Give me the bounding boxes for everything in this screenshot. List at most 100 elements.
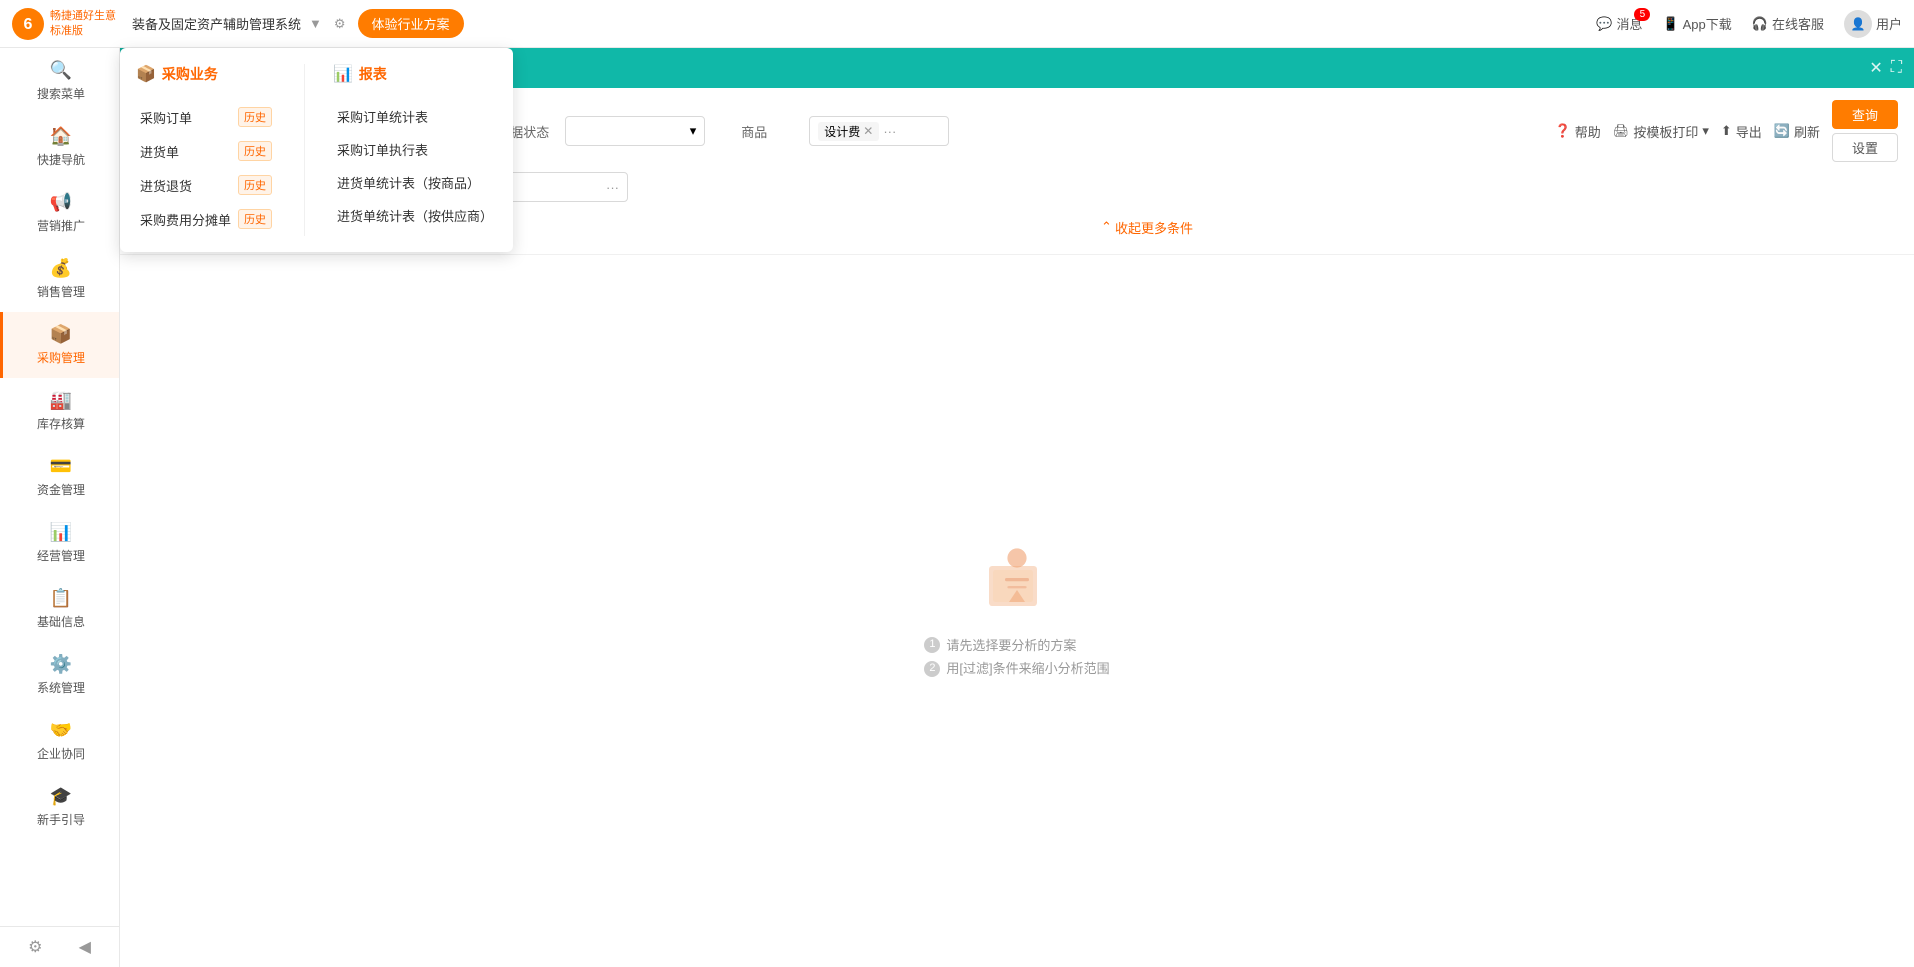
menu-item-return[interactable]: 进货退货 历史 — [136, 168, 276, 202]
goods-tag-close[interactable]: ✕ — [863, 124, 873, 138]
svg-text:6: 6 — [24, 16, 33, 33]
menu-item-purchase-order-stat[interactable]: 采购订单统计表 — [333, 100, 497, 133]
tip-num-2: 2 — [924, 661, 940, 677]
report-section-title: 📊 报表 — [333, 64, 497, 90]
message-icon: 💬 — [1596, 16, 1612, 32]
history-badge-1: 历史 — [238, 141, 272, 161]
tab-bar-right: ✕ ⛶ — [1869, 48, 1914, 88]
empty-tips: 1 请先选择要分析的方案 2 用[过滤]条件来缩小分析范围 — [924, 634, 1109, 681]
sidebar-item-sales[interactable]: 💰 销售管理 — [0, 246, 119, 312]
refresh-icon: 🔄 — [1774, 123, 1790, 139]
experience-button[interactable]: 体验行业方案 — [358, 9, 464, 38]
menu-item-incoming-stat-supplier[interactable]: 进货单统计表（按供应商） — [333, 199, 497, 232]
sidebar-bottom: ⚙ ◀ — [0, 926, 119, 967]
top-header: 6 畅捷通好生意 标准版 装备及固定资产辅助管理系统 ▼ ⚙ 体验行业方案 💬 … — [0, 0, 1914, 48]
sidebar-item-basic[interactable]: 📋 基础信息 — [0, 576, 119, 642]
collapse-btn[interactable]: ⌃ 收起更多条件 — [1101, 218, 1193, 237]
online-service-btn[interactable]: 🎧 在线客服 — [1752, 14, 1824, 33]
refresh-btn[interactable]: 🔄 刷新 — [1774, 122, 1820, 141]
operation-icon: 📊 — [50, 522, 72, 543]
sidebar-item-newbie[interactable]: 🎓 新手引导 — [0, 774, 119, 840]
print-dropdown-icon[interactable]: ▾ — [1702, 123, 1709, 139]
chevron-down-icon: ▾ — [690, 123, 697, 139]
menu-divider — [304, 64, 305, 236]
print-icon: 🖨 — [1613, 123, 1630, 139]
menu-item-incoming[interactable]: 进货单 历史 — [136, 134, 276, 168]
export-icon: ⬆ — [1721, 123, 1732, 139]
goods-label: 商品 — [741, 122, 797, 141]
query-button[interactable]: 查询 — [1832, 100, 1898, 129]
marketing-icon: 📢 — [50, 192, 72, 213]
sidebar-item-finance[interactable]: 💳 资金管理 — [0, 444, 119, 510]
home-icon: 🏠 — [50, 126, 72, 147]
sidebar: 🔍 搜索菜单 🏠 快捷导航 📢 营销推广 💰 销售管理 📦 采购管理 🏭 库存核… — [0, 48, 120, 967]
empty-tip-1: 1 请先选择要分析的方案 — [924, 634, 1109, 657]
empty-tip-2: 2 用[过滤]条件来缩小分析范围 — [924, 657, 1109, 680]
phone-icon: 📱 — [1662, 16, 1678, 32]
empty-state: 1 请先选择要分析的方案 2 用[过滤]条件来缩小分析范围 — [120, 255, 1914, 967]
menu-item-expense[interactable]: 采购费用分摊单 历史 — [136, 202, 276, 236]
doc-status-select[interactable]: ▾ — [565, 116, 705, 146]
print-btn[interactable]: 🖨 按模板打印 ▾ — [1613, 122, 1709, 141]
settings-button[interactable]: 设置 — [1832, 133, 1898, 162]
logo-text: 畅捷通好生意 标准版 — [50, 9, 116, 38]
sidebar-item-marketing[interactable]: 📢 营销推广 — [0, 180, 119, 246]
system-title-dropdown-icon[interactable]: ▼ — [309, 16, 322, 31]
purchase-dropdown-menu: 📦 采购业务 采购订单 历史 进货单 历史 进货退货 历史 采购费用分摊单 历史… — [120, 48, 513, 252]
finance-icon: 💳 — [50, 456, 72, 477]
empty-illustration — [977, 542, 1057, 622]
menu-item-incoming-stat-goods[interactable]: 进货单统计表（按商品） — [333, 166, 497, 199]
newbie-icon: 🎓 — [50, 786, 72, 807]
search-icon: 🔍 — [50, 60, 72, 81]
report-section: 📊 报表 采购订单统计表 采购订单执行表 进货单统计表（按商品） 进货单统计表（… — [333, 64, 497, 236]
message-badge: 5 — [1634, 8, 1650, 21]
sidebar-item-system[interactable]: ⚙️ 系统管理 — [0, 642, 119, 708]
message-btn[interactable]: 💬 消息 5 — [1596, 14, 1642, 33]
history-badge-0: 历史 — [238, 107, 272, 127]
purchase-section: 📦 采购业务 采购订单 历史 进货单 历史 进货退货 历史 采购费用分摊单 历史 — [136, 64, 276, 236]
system-title: 装备及固定资产辅助管理系统 — [132, 14, 301, 33]
basic-icon: 📋 — [50, 588, 72, 609]
user-avatar: 👤 — [1844, 10, 1872, 38]
user-btn[interactable]: 👤 用户 — [1844, 10, 1902, 38]
sales-icon: 💰 — [50, 258, 72, 279]
logo-area: 6 畅捷通好生意 标准版 — [12, 8, 132, 40]
goods-select[interactable]: 设计费 ✕ ··· — [809, 116, 949, 146]
sidebar-settings-btn[interactable]: ⚙ — [28, 937, 42, 957]
system-title-area: 装备及固定资产辅助管理系统 ▼ ⚙ 体验行业方案 — [132, 9, 1596, 38]
sidebar-item-search[interactable]: 🔍 搜索菜单 — [0, 48, 119, 114]
collapse-up-icon: ⌃ — [1101, 219, 1112, 235]
history-badge-2: 历史 — [238, 175, 272, 195]
logo-icon: 6 — [12, 8, 44, 40]
tab-close-all-icon[interactable]: ✕ — [1869, 58, 1882, 78]
headset-icon: 🎧 — [1752, 16, 1768, 32]
system-icon: ⚙️ — [50, 654, 72, 675]
sidebar-item-quick-nav[interactable]: 🏠 快捷导航 — [0, 114, 119, 180]
tip-num-1: 1 — [924, 637, 940, 653]
purchase-section-title: 📦 采购业务 — [136, 64, 276, 90]
top-right: 💬 消息 5 📱 App下载 🎧 在线客服 👤 用户 — [1596, 10, 1902, 38]
inventory-icon: 🏭 — [50, 390, 72, 411]
enterprise-icon: 🤝 — [50, 720, 72, 741]
tab-expand-icon[interactable]: ⛶ — [1891, 59, 1902, 77]
more-dots-goods: ··· — [883, 124, 896, 139]
report-section-icon: 📊 — [333, 64, 353, 84]
menu-item-purchase-order-exec[interactable]: 采购订单执行表 — [333, 133, 497, 166]
sidebar-item-enterprise[interactable]: 🤝 企业协同 — [0, 708, 119, 774]
goods-tag: 设计费 ✕ — [818, 122, 879, 141]
history-badge-3: 历史 — [238, 209, 272, 229]
purchase-icon: 📦 — [50, 324, 72, 345]
sidebar-item-purchase[interactable]: 📦 采购管理 — [0, 312, 119, 378]
toolbar-right: ❓ 帮助 🖨 按模板打印 ▾ ⬆ 导出 🔄 — [1555, 100, 1898, 162]
help-icon: ❓ — [1555, 123, 1571, 139]
app-download-btn[interactable]: 📱 App下载 — [1662, 14, 1731, 33]
sidebar-item-inventory[interactable]: 🏭 库存核算 — [0, 378, 119, 444]
purchase-section-icon: 📦 — [136, 64, 156, 84]
sidebar-item-operation[interactable]: 📊 经营管理 — [0, 510, 119, 576]
export-btn[interactable]: ⬆ 导出 — [1721, 122, 1762, 141]
sidebar-collapse-btn[interactable]: ◀ — [79, 937, 91, 957]
help-btn[interactable]: ❓ 帮助 — [1555, 122, 1601, 141]
menu-item-purchase-order[interactable]: 采购订单 历史 — [136, 100, 276, 134]
system-settings-icon[interactable]: ⚙ — [330, 12, 350, 36]
salesman-more-dots: ··· — [606, 180, 619, 195]
